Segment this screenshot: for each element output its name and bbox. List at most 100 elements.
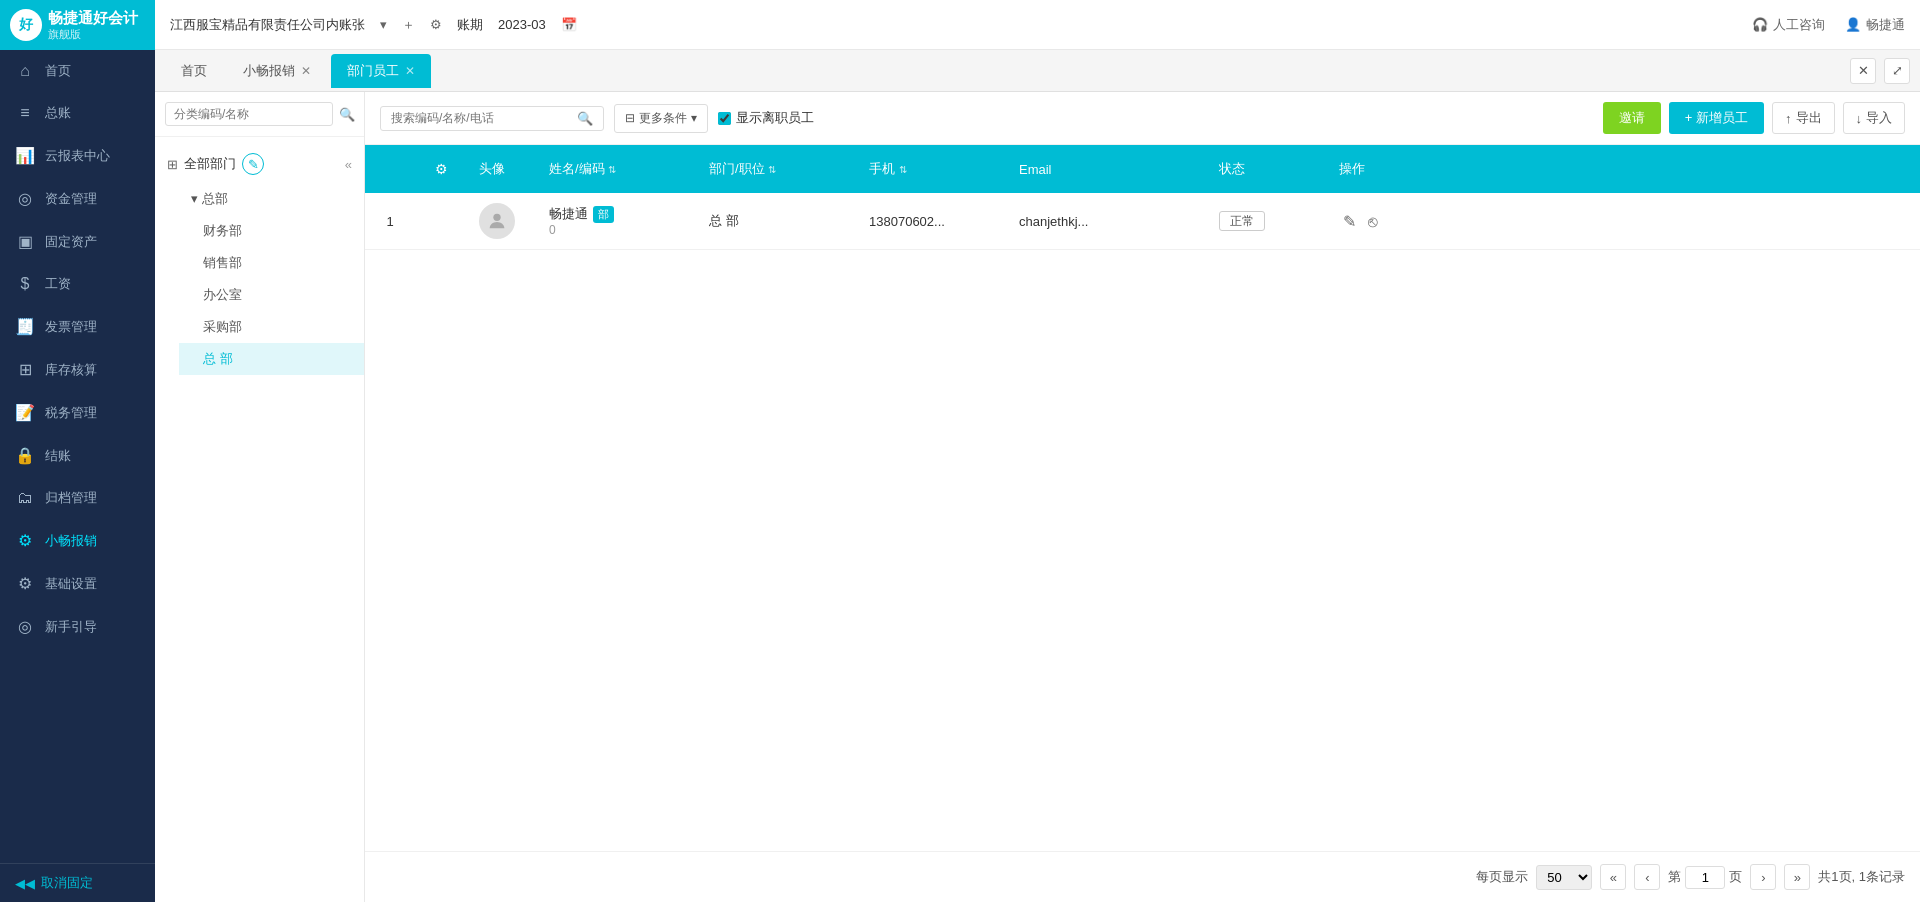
consult-button[interactable]: 🎧 人工咨询 — [1752, 16, 1825, 34]
reports-icon: 📊 — [15, 146, 35, 165]
edit-employee-button[interactable]: ✎ — [1339, 211, 1360, 232]
dept-collapse-icon[interactable]: « — [345, 157, 352, 172]
user-icon: 👤 — [1845, 17, 1861, 32]
calendar-icon-button[interactable]: 📅 — [561, 17, 577, 32]
user-avatar-button[interactable]: 👤 畅捷通 — [1845, 16, 1905, 34]
col-email: Email — [1007, 145, 1207, 193]
first-page-button[interactable]: « — [1600, 864, 1626, 890]
show-resigned-label: 显示离职员工 — [736, 109, 814, 127]
sidebar-item-settings[interactable]: ⚙ 基础设置 — [0, 562, 155, 605]
tab-expense-close[interactable]: ✕ — [301, 64, 311, 78]
sidebar-item-reports[interactable]: 📊 云报表中心 — [0, 134, 155, 177]
delete-employee-button[interactable]: ⎋ — [1364, 211, 1382, 232]
export-button[interactable]: ↑ 导出 — [1772, 102, 1835, 134]
grid-icon: ⊞ — [167, 157, 178, 172]
settings-button[interactable]: ⚙ — [430, 17, 442, 32]
prev-page-button[interactable]: ‹ — [1634, 864, 1660, 890]
close-tab-button[interactable]: ✕ — [1850, 58, 1876, 84]
employee-name-block: 畅捷通 部 — [549, 205, 685, 223]
search-submit-icon[interactable]: 🔍 — [577, 111, 593, 126]
cell-seq-1: 1 — [365, 193, 415, 250]
filter-button[interactable]: ⊟ 更多条件 ▾ — [614, 104, 708, 133]
last-page-button[interactable]: » — [1784, 864, 1810, 890]
svg-point-0 — [493, 214, 500, 221]
sidebar-item-salary[interactable]: $ 工资 — [0, 263, 155, 305]
page-body: 🔍 ⊞ 全部部门 ✎ « ▾ 总部 财务部 销售部 办公室 采购部 总 部 — [155, 92, 1920, 902]
dept-all[interactable]: ⊞ 全部部门 ✎ « — [155, 145, 364, 183]
page-suffix-label: 页 — [1729, 868, 1742, 886]
sidebar-item-ledger[interactable]: ≡ 总账 — [0, 92, 155, 134]
sidebar-label-funds: 资金管理 — [45, 190, 97, 208]
col-avatar: 头像 — [467, 145, 537, 193]
import-label: 导入 — [1866, 109, 1892, 127]
filter-icon: ⊟ — [625, 111, 635, 125]
table-gear-button[interactable]: ⚙ — [427, 155, 455, 183]
page-number-input[interactable] — [1685, 866, 1725, 889]
employee-table-container: ⚙ 头像 姓名/编码 ⇅ 部门/职位 ⇅ — [365, 145, 1920, 851]
consult-label: 人工咨询 — [1773, 16, 1825, 34]
tab-employees-close[interactable]: ✕ — [405, 64, 415, 78]
dept-item-zongbu[interactable]: ▾ 总部 — [167, 183, 364, 215]
expand-tab-button[interactable]: ⤢ — [1884, 58, 1910, 84]
dept-item-purchase[interactable]: 采购部 — [179, 311, 364, 343]
sidebar-item-funds[interactable]: ◎ 资金管理 — [0, 177, 155, 220]
dept-item-general[interactable]: 总 部 — [179, 343, 364, 375]
status-badge: 正常 — [1219, 211, 1265, 231]
tab-home-label: 首页 — [181, 62, 207, 80]
employee-search-input[interactable] — [391, 111, 571, 125]
calendar-icon: 📅 — [561, 17, 577, 32]
logo-icon: 好 — [10, 9, 42, 41]
export-label: 导出 — [1796, 109, 1822, 127]
sidebar-item-home[interactable]: ⌂ 首页 — [0, 50, 155, 92]
import-button[interactable]: ↓ 导入 — [1843, 102, 1906, 134]
sidebar-label-ledger: 总账 — [45, 104, 71, 122]
sidebar-item-closing[interactable]: 🔒 结账 — [0, 434, 155, 477]
dept-group-headquarter: ▾ 总部 财务部 销售部 办公室 采购部 总 部 — [155, 183, 364, 375]
dept-search-input[interactable] — [165, 102, 333, 126]
tab-employees[interactable]: 部门员工 ✕ — [331, 54, 431, 88]
headset-icon: 🎧 — [1752, 17, 1768, 32]
tab-expense[interactable]: 小畅报销 ✕ — [227, 54, 327, 88]
sidebar-item-tax[interactable]: 📝 税务管理 — [0, 391, 155, 434]
name-sort-icon[interactable]: ⇅ — [608, 164, 616, 175]
header-right-actions: 🎧 人工咨询 👤 畅捷通 — [1752, 16, 1905, 34]
add-employee-button[interactable]: + 新增员工 — [1669, 102, 1764, 134]
tax-icon: 📝 — [15, 403, 35, 422]
tab-home[interactable]: 首页 — [165, 54, 223, 88]
phone-sort-icon[interactable]: ⇅ — [899, 164, 907, 175]
per-page-select[interactable]: 50 20 100 — [1536, 865, 1592, 890]
total-label: 共1页, 1条记录 — [1818, 868, 1905, 886]
sidebar-label-tax: 税务管理 — [45, 404, 97, 422]
sidebar-item-inventory[interactable]: ⊞ 库存核算 — [0, 348, 155, 391]
chevron-down-icon: ▾ — [691, 111, 697, 125]
col-dept: 部门/职位 ⇅ — [697, 145, 857, 193]
main-content: 江西服宝精品有限责任公司内账张 ▾ ＋ ⚙ 账期 2023-03 📅 🎧 人工咨… — [155, 0, 1920, 902]
show-resigned-checkbox[interactable] — [718, 112, 731, 125]
sidebar: 好 畅捷通好会计 旗舰版 ⌂ 首页 ≡ 总账 📊 云报表中心 ◎ 资金管理 ▣ … — [0, 0, 155, 902]
home-icon: ⌂ — [15, 62, 35, 80]
period-label: 账期 — [457, 16, 483, 34]
dept-sort-icon[interactable]: ⇅ — [768, 164, 776, 175]
cancel-fixed-button[interactable]: ◀◀ 取消固定 — [0, 863, 155, 902]
search-box: 🔍 — [380, 106, 604, 131]
cell-phone-1: 138070602... — [857, 193, 1007, 250]
add-company-button[interactable]: ＋ — [402, 16, 415, 34]
next-page-button[interactable]: › — [1750, 864, 1776, 890]
show-resigned-checkbox-label[interactable]: 显示离职员工 — [718, 109, 814, 127]
dept-item-finance[interactable]: 财务部 — [179, 215, 364, 247]
sidebar-label-guide: 新手引导 — [45, 618, 97, 636]
export-icon: ↑ — [1785, 111, 1792, 126]
sidebar-item-guide[interactable]: ◎ 新手引导 — [0, 605, 155, 648]
employee-table: ⚙ 头像 姓名/编码 ⇅ 部门/职位 ⇅ — [365, 145, 1920, 250]
period-value: 2023-03 — [498, 17, 546, 32]
dept-item-office[interactable]: 办公室 — [179, 279, 364, 311]
dept-edit-button[interactable]: ✎ — [242, 153, 264, 175]
dept-item-sales[interactable]: 销售部 — [179, 247, 364, 279]
sidebar-item-expense[interactable]: ⚙ 小畅报销 — [0, 519, 155, 562]
sidebar-item-archive[interactable]: 🗂 归档管理 — [0, 477, 155, 519]
company-dropdown-button[interactable]: ▾ — [380, 17, 387, 32]
sidebar-item-invoice[interactable]: 🧾 发票管理 — [0, 305, 155, 348]
sidebar-item-assets[interactable]: ▣ 固定资产 — [0, 220, 155, 263]
invite-button[interactable]: 邀请 — [1603, 102, 1661, 134]
col-dept-label: 部门/职位 — [709, 161, 765, 176]
